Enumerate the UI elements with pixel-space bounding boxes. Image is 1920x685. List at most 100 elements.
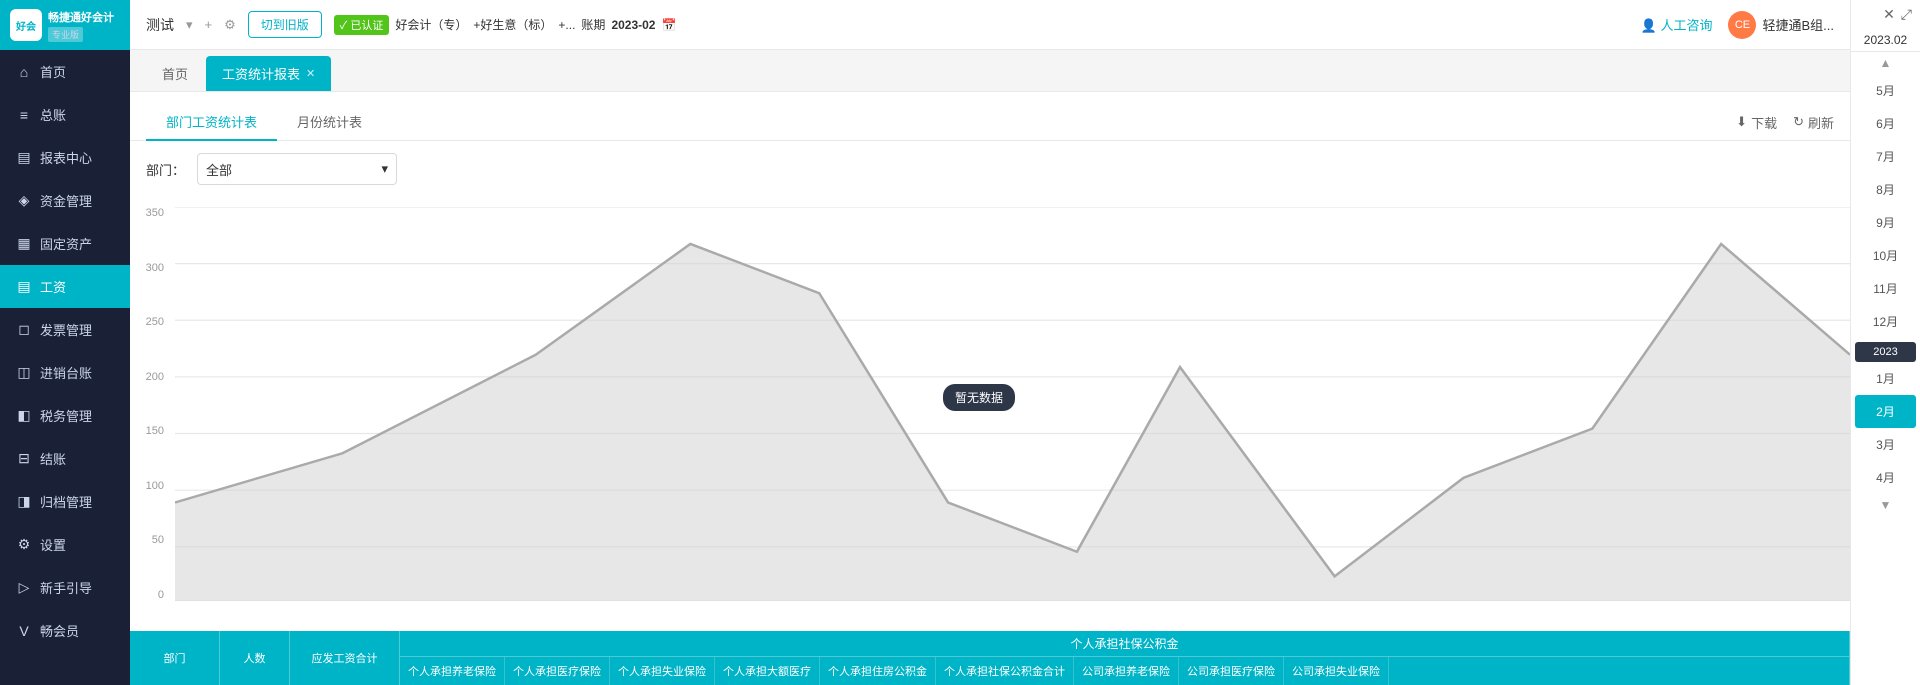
sidebar-item-invoice[interactable]: ◻ 发票管理 (0, 308, 130, 351)
tab-home[interactable]: 首页 (146, 56, 204, 91)
subtab-actions: ⬇ 下载 ↻ 刷新 (1736, 113, 1834, 132)
th-company-medical: 公司承担医疗保险 (1179, 657, 1284, 685)
sidebar-item-settings[interactable]: ⚙ 设置 (0, 523, 130, 566)
month-2023-3[interactable]: 3月 (1851, 428, 1920, 461)
topbar-title: 测试 (146, 15, 174, 35)
sidebar-item-ledger[interactable]: ≡ 总账 (0, 93, 130, 136)
th-personal-medical: 个人承担医疗保险 (505, 657, 610, 685)
refresh-button[interactable]: ↻ 刷新 (1793, 113, 1834, 132)
dept-filter-label: 部门： (146, 160, 185, 179)
right-panel: ✕ ⤢ 2023.02 ▲ 5月 6月 7月 8月 9月 10月 11月 12月… (1850, 0, 1920, 685)
sidebar-logo: 好会 畅捷通好会计 专业版 (0, 0, 130, 50)
user-menu[interactable]: CE 轻捷通B组... (1728, 11, 1834, 39)
filter-row: 部门： 全部 ▾ (130, 141, 1850, 197)
month-10[interactable]: 10月 (1851, 239, 1920, 272)
panel-expand-icon[interactable]: ⤢ (1901, 6, 1912, 23)
panel-close-icon[interactable]: ✕ (1883, 6, 1895, 23)
home-icon: ⌂ (16, 64, 32, 80)
month-2023-2[interactable]: 2月 (1855, 395, 1916, 428)
member-icon: V (16, 623, 32, 639)
no-data-tooltip: 暂无数据 (943, 384, 1015, 411)
close-account-icon: ⊟ (16, 450, 32, 467)
tax-icon: ◧ (16, 407, 32, 424)
content-area: 部门工资统计表 月份统计表 ⬇ 下载 ↻ 刷新 部门： 全部 ▾ (130, 92, 1850, 685)
sidebar-item-close[interactable]: ⊟ 结账 (0, 437, 130, 480)
subtab-dept[interactable]: 部门工资统计表 (146, 104, 277, 141)
th-company-pension: 公司承担养老保险 (1074, 657, 1179, 685)
year-label: 2023.02 (1851, 29, 1920, 52)
period-label: 账期 (581, 16, 605, 33)
sidebar-item-reports[interactable]: ▤ 报表中心 (0, 136, 130, 179)
month-8[interactable]: 8月 (1851, 173, 1920, 206)
sidebar-item-funds[interactable]: ◈ 资金管理 (0, 179, 130, 222)
y-axis: 350 300 250 200 150 100 50 0 (130, 207, 170, 601)
scroll-down-icon[interactable]: ▼ (1851, 494, 1920, 516)
avatar: CE (1728, 11, 1756, 39)
good-accounting-label: 好会计（专） (395, 16, 467, 33)
refresh-icon: ↻ (1793, 114, 1804, 130)
tab-bar: 首页 工资统计报表 ✕ (130, 50, 1850, 92)
th-company-unemployment: 公司承担失业保险 (1284, 657, 1389, 685)
more-label: +... (558, 18, 575, 32)
logo-icon: 好会 (10, 9, 42, 41)
sidebar-item-member[interactable]: V 畅会员 (0, 609, 130, 652)
guide-icon: ▷ (16, 579, 32, 596)
th-personal-housing-fund: 个人承担住房公积金 (820, 657, 936, 685)
invoice-icon: ◻ (16, 321, 32, 338)
month-12[interactable]: 12月 (1851, 305, 1920, 338)
scroll-up-icon[interactable]: ▲ (1851, 52, 1920, 74)
topbar: 测试 ▾ + ⚙ 切到旧版 ✓ 已认证 好会计（专） +好生意（标） +... … (130, 0, 1850, 50)
download-icon: ⬇ (1736, 114, 1747, 130)
tab-salary-report[interactable]: 工资统计报表 ✕ (206, 56, 331, 91)
sidebar-item-sales[interactable]: ◫ 进销台账 (0, 351, 130, 394)
sidebar-item-salary[interactable]: ▤ 工资 (0, 265, 130, 308)
plus-icon[interactable]: + (205, 17, 213, 32)
chart-area: 350 300 250 200 150 100 50 0 (130, 197, 1850, 631)
table-header: 部门 人数 应发工资合计 个人承担社保公积金 个人承担养老保险 个人承担医疗保险 (130, 631, 1850, 685)
sidebar-item-assets[interactable]: ▦ 固定资产 (0, 222, 130, 265)
logo-text: 畅捷通好会计 专业版 (48, 9, 114, 42)
th-personal-pension: 个人承担养老保险 (400, 657, 505, 685)
archive-icon: ◨ (16, 493, 32, 510)
th-total-salary: 应发工资合计 (290, 631, 400, 685)
settings-icon[interactable]: ⚙ (224, 17, 236, 33)
switch-version-button[interactable]: 切到旧版 (248, 11, 322, 38)
year-2023-section: 2023 (1855, 342, 1916, 362)
good-business-label: +好生意（标） (473, 16, 552, 33)
panel-controls: ✕ ⤢ (1851, 0, 1920, 29)
th-group-personal-insurance: 个人承担社保公积金 个人承担养老保险 个人承担医疗保险 个人承担失业保险 个人承… (400, 631, 1850, 685)
period-value: 2023-02 (611, 18, 655, 32)
verified-badge: ✓ 已认证 (334, 15, 390, 35)
month-2023-4[interactable]: 4月 (1851, 461, 1920, 494)
dept-select[interactable]: 全部 ▾ (197, 153, 397, 185)
sidebar-item-guide[interactable]: ▷ 新手引导 (0, 566, 130, 609)
month-5[interactable]: 5月 (1851, 74, 1920, 107)
select-arrow-icon: ▾ (381, 161, 388, 177)
month-2023-1[interactable]: 1月 (1851, 362, 1920, 395)
calendar-icon[interactable]: 📅 (661, 18, 676, 32)
gear-icon: ⚙ (16, 536, 32, 553)
username-label: 轻捷通B组... (1762, 15, 1834, 34)
month-11[interactable]: 11月 (1851, 272, 1920, 305)
funds-icon: ◈ (16, 192, 32, 209)
assets-icon: ▦ (16, 235, 32, 252)
sidebar-item-archive[interactable]: ◨ 归档管理 (0, 480, 130, 523)
th-dept: 部门 (130, 631, 220, 685)
subtab-monthly[interactable]: 月份统计表 (277, 104, 382, 141)
sidebar-item-tax[interactable]: ◧ 税务管理 (0, 394, 130, 437)
tab-close-icon[interactable]: ✕ (306, 67, 315, 80)
download-button[interactable]: ⬇ 下载 (1736, 113, 1777, 132)
th-personal-unemployment: 个人承担失业保险 (610, 657, 715, 685)
month-7[interactable]: 7月 (1851, 140, 1920, 173)
consult-icon: 👤 (1641, 18, 1657, 33)
salary-icon: ▤ (16, 278, 32, 295)
th-count: 人数 (220, 631, 290, 685)
th-group-cells: 个人承担养老保险 个人承担医疗保险 个人承担失业保险 个人承担大额医疗 个人承担… (400, 657, 1849, 685)
dropdown-arrow-icon[interactable]: ▾ (186, 17, 193, 33)
sidebar-item-home[interactable]: ⌂ 首页 (0, 50, 130, 93)
sales-icon: ◫ (16, 364, 32, 381)
consult-link[interactable]: 👤 人工咨询 (1641, 15, 1713, 34)
month-9[interactable]: 9月 (1851, 206, 1920, 239)
month-6[interactable]: 6月 (1851, 107, 1920, 140)
chart-svg-container: 暂无数据 (175, 207, 1850, 601)
